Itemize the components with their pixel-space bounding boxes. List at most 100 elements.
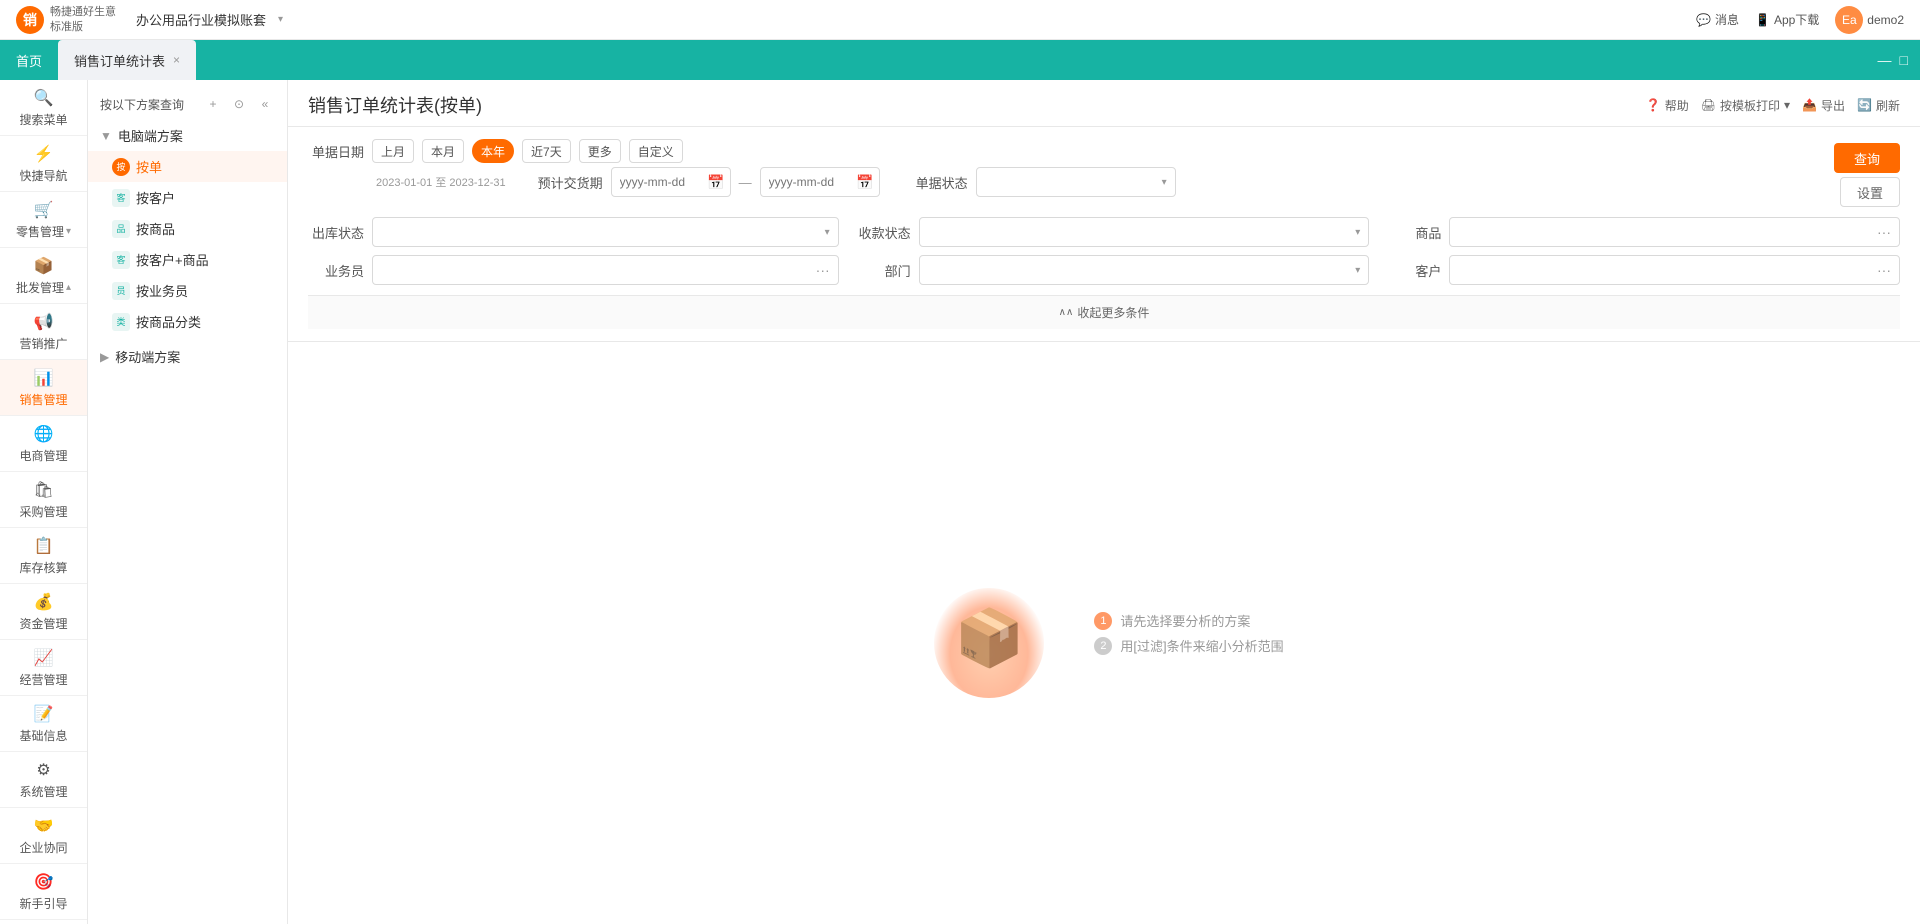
payment-select[interactable]: ▾ <box>919 217 1370 247</box>
refresh-icon: 🔄 <box>1857 98 1872 112</box>
sidebar-item-app-center[interactable]: 📱 应用中心 <box>0 920 87 924</box>
goods-dots[interactable]: ··· <box>1877 224 1891 240</box>
date-btn-more[interactable]: 更多 <box>579 139 621 163</box>
tab-bar-actions: — □ <box>1878 52 1920 68</box>
sidebar-item-guide[interactable]: 🎯 新手引导 <box>0 864 87 920</box>
sidebar-item-quick-nav[interactable]: ⚡ 快捷导航 <box>0 136 87 192</box>
user-profile[interactable]: Ea demo2 <box>1835 6 1904 34</box>
content-area: 按以下方案查询 + ⊙ « ▼ 电脑端方案 按 按单 客 按客户 <box>88 80 1920 924</box>
mobile-section-arrow: ▶ <box>100 350 109 364</box>
app-title: 办公用品行业模拟账套 <box>136 10 266 29</box>
sidebar-item-basic-info[interactable]: 📝 基础信息 <box>0 696 87 752</box>
collapse-row[interactable]: ∧∧ 收起更多条件 <box>308 295 1900 329</box>
panel-add-btn[interactable]: + <box>203 94 223 114</box>
department-select-arrow: ▾ <box>1355 265 1360 276</box>
tree-by-customer[interactable]: 客 按客户 <box>88 182 287 213</box>
collapse-up-icon: ∧∧ <box>1059 307 1074 318</box>
export-btn[interactable]: 📤 导出 <box>1802 97 1845 114</box>
date-btn-7days[interactable]: 近7天 <box>522 139 571 163</box>
top-bar-left: 销 畅捷通好生意 标准版 办公用品行业模拟账套 ▾ <box>16 5 283 34</box>
settings-button[interactable]: 设置 <box>1840 177 1900 207</box>
sidebar-item-marketing[interactable]: 📢 营销推广 <box>0 304 87 360</box>
panel-header-actions: + ⊙ « <box>203 94 275 114</box>
retail-icon: 🛒 <box>34 200 54 220</box>
tree-by-order[interactable]: 按 按单 <box>88 151 287 182</box>
main-layout: 🔍 搜索菜单 ⚡ 快捷导航 🛒 零售管理 ▾ 📦 批发管理 ▴ 📢 营销推广 <box>0 80 1920 924</box>
empty-content: 📦 1 请先选择要分析的方案 2 用[过滤]条件来缩小分析范围 <box>924 568 1283 698</box>
panel-collapse-btn[interactable]: « <box>255 94 275 114</box>
department-filter-cell: 部门 ▾ <box>839 255 1370 285</box>
tree-by-salesperson[interactable]: 员 按业务员 <box>88 275 287 306</box>
delivery-select[interactable]: ▾ <box>372 217 839 247</box>
sidebar-item-wholesale[interactable]: 📦 批发管理 ▴ <box>0 248 87 304</box>
panel-header: 按以下方案查询 + ⊙ « <box>88 88 287 120</box>
panel-settings-btn[interactable]: ⊙ <box>229 94 249 114</box>
sidebar-item-search-menu[interactable]: 🔍 搜索菜单 <box>0 80 87 136</box>
by-customer-icon: 客 <box>112 189 130 207</box>
filter-row-3: 业务员 ··· 部门 ▾ 客户 <box>308 255 1900 285</box>
tab-home[interactable]: 首页 <box>0 40 58 80</box>
message-btn[interactable]: 💬 消息 <box>1696 11 1739 28</box>
department-select[interactable]: ▾ <box>919 255 1370 285</box>
tree-by-category[interactable]: 类 按商品分类 <box>88 306 287 337</box>
customer-dots[interactable]: ··· <box>1877 262 1891 278</box>
status-select[interactable]: ▾ <box>976 167 1176 197</box>
date-btn-last-month[interactable]: 上月 <box>372 139 414 163</box>
goods-input[interactable]: ··· <box>1449 217 1900 247</box>
page-actions: ❓ 帮助 🖨 按模板打印 ▾ 📤 导出 🔄 刷新 <box>1646 97 1900 114</box>
filter-row-2: 出库状态 ▾ 收款状态 ▾ 商品 <box>308 217 1900 247</box>
message-icon: 💬 <box>1696 13 1711 27</box>
empty-state: 📦 1 请先选择要分析的方案 2 用[过滤]条件来缩小分析范围 <box>288 342 1920 924</box>
sidebar-item-operations[interactable]: 📈 经营管理 <box>0 640 87 696</box>
calendar-icon-end: 📅 <box>856 174 873 191</box>
salesperson-dots[interactable]: ··· <box>816 262 830 278</box>
date-btn-this-month[interactable]: 本月 <box>422 139 464 163</box>
print-template-btn[interactable]: 🖨 按模板打印 ▾ <box>1701 97 1790 114</box>
sidebar-item-sales[interactable]: 📊 销售管理 <box>0 360 87 416</box>
empty-tip-1: 1 请先选择要分析的方案 <box>1094 611 1283 630</box>
sidebar-item-system[interactable]: ⚙ 系统管理 <box>0 752 87 808</box>
sidebar-item-retail[interactable]: 🛒 零售管理 ▾ <box>0 192 87 248</box>
tree-by-product[interactable]: 品 按商品 <box>88 213 287 244</box>
customer-label: 客户 <box>1385 261 1441 280</box>
retail-arrow: ▾ <box>66 226 71 237</box>
by-category-icon: 类 <box>112 313 130 331</box>
delivery-label: 出库状态 <box>308 223 364 242</box>
date-btn-custom[interactable]: 自定义 <box>629 139 683 163</box>
ecommerce-icon: 🌐 <box>34 424 54 444</box>
department-label: 部门 <box>855 261 911 280</box>
sidebar-item-ecommerce[interactable]: 🌐 电商管理 <box>0 416 87 472</box>
system-icon: ⚙ <box>36 760 50 780</box>
sidebar-item-inventory[interactable]: 📋 库存核算 <box>0 528 87 584</box>
top-bar-right: 💬 消息 📱 App下载 Ea demo2 <box>1696 6 1904 34</box>
print-dropdown-arrow[interactable]: ▾ <box>1784 98 1790 112</box>
help-icon: ❓ <box>1646 98 1661 112</box>
customer-input[interactable]: ··· <box>1449 255 1900 285</box>
date-btn-this-year[interactable]: 本年 <box>472 139 514 163</box>
sidebar-item-purchase[interactable]: 🛍 采购管理 <box>0 472 87 528</box>
tree-by-cust-prod[interactable]: 客 按客户+商品 <box>88 244 287 275</box>
app-download-btn[interactable]: 📱 App下载 <box>1755 11 1819 28</box>
tab-close-btn[interactable]: × <box>173 53 180 67</box>
by-product-icon: 品 <box>112 220 130 238</box>
tab-sales-statistics[interactable]: 销售订单统计表 × <box>58 40 196 80</box>
app-dropdown-arrow[interactable]: ▾ <box>278 14 283 25</box>
sidebar-item-finance[interactable]: 💰 资金管理 <box>0 584 87 640</box>
expected-date-label: 预计交货期 <box>538 173 603 192</box>
date-label: 单据日期 <box>308 142 364 161</box>
salesperson-input[interactable]: ··· <box>372 255 839 285</box>
expected-date-start-wrap: 📅 <box>611 167 731 197</box>
date-separator: — <box>739 175 752 190</box>
window-maximize-btn[interactable]: □ <box>1900 52 1908 68</box>
query-button[interactable]: 查询 <box>1834 143 1900 173</box>
window-minimize-btn[interactable]: — <box>1878 52 1892 68</box>
sidebar-item-enterprise[interactable]: 🤝 企业协同 <box>0 808 87 864</box>
tree-mobile-section[interactable]: ▶ 移动端方案 <box>88 341 287 372</box>
search-menu-icon: 🔍 <box>34 88 54 108</box>
help-btn[interactable]: ❓ 帮助 <box>1646 97 1689 114</box>
refresh-btn[interactable]: 🔄 刷新 <box>1857 97 1900 114</box>
tree-pc-section[interactable]: ▼ 电脑端方案 <box>88 120 287 151</box>
export-icon: 📤 <box>1802 98 1817 112</box>
salesperson-label: 业务员 <box>308 261 364 280</box>
print-icon: 🖨 <box>1701 98 1716 112</box>
